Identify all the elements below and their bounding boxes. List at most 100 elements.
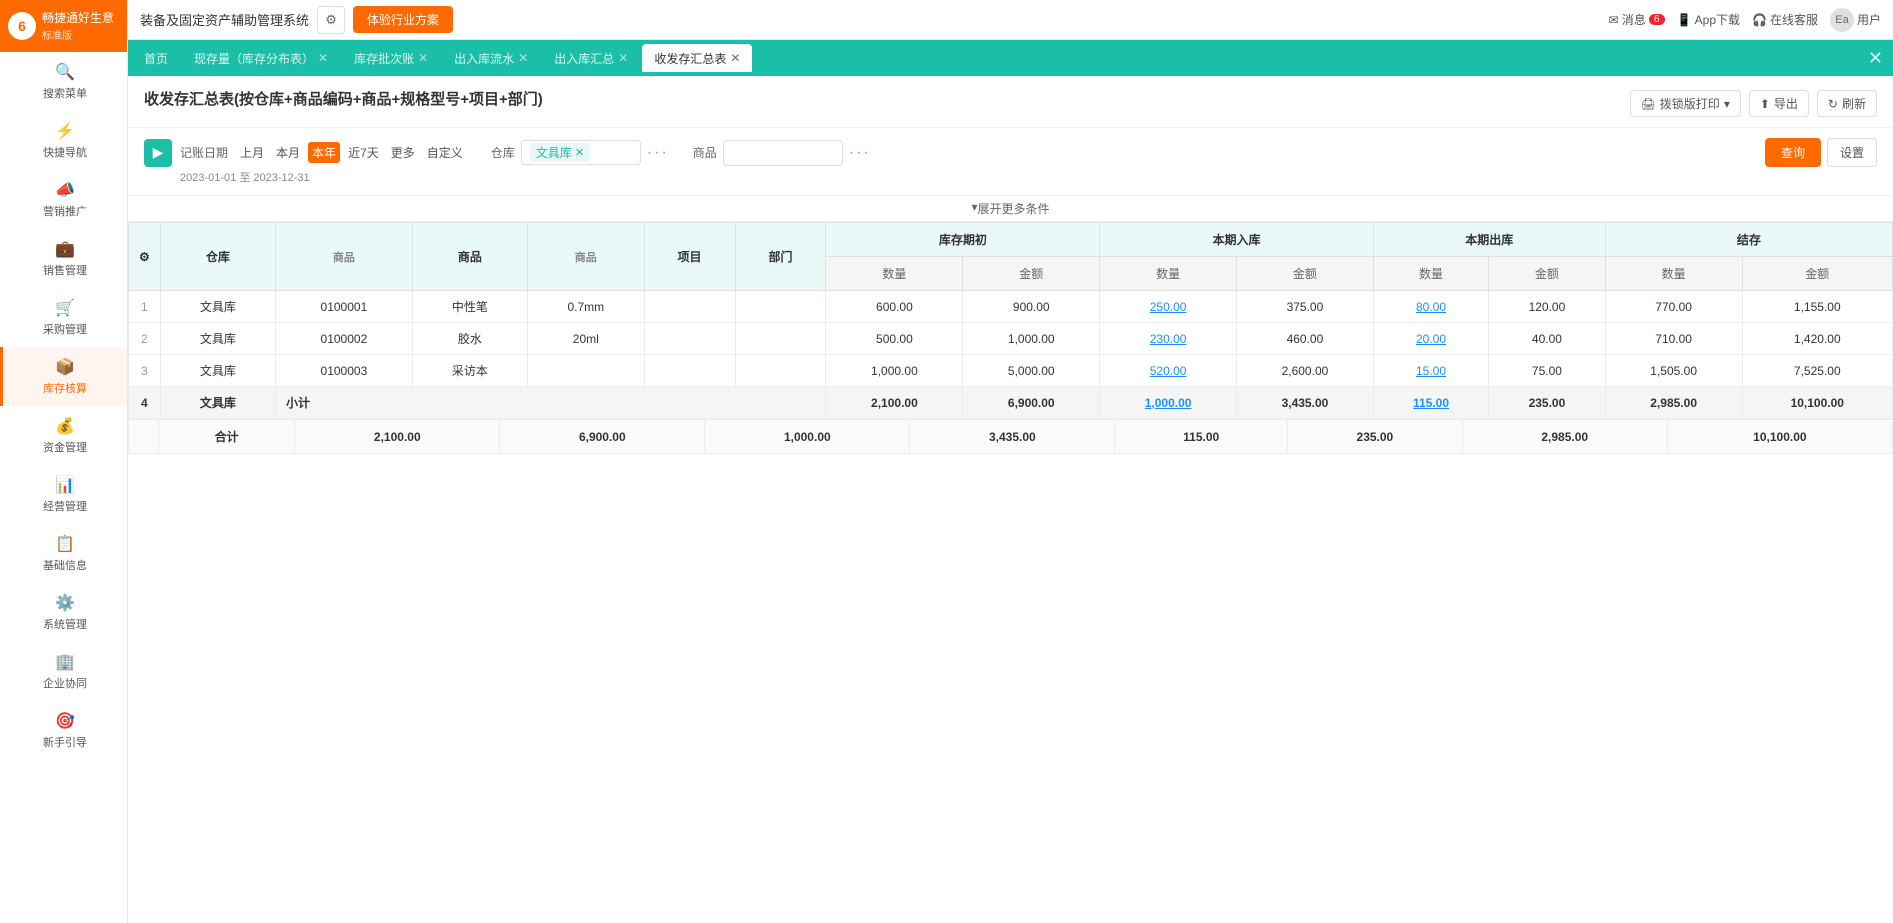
in-qty-link[interactable]: 520.00 <box>1150 364 1187 378</box>
date-btn-更多[interactable]: 更多 <box>387 142 419 163</box>
col-warehouse: 仓库 <box>160 223 275 291</box>
date-btn-本年[interactable]: 本年 <box>308 142 340 163</box>
query-btn[interactable]: 查询 <box>1765 138 1821 167</box>
finance-icon: 💰 <box>55 416 75 436</box>
total-open-amt: 6,900.00 <box>500 420 705 454</box>
tabs-close-all[interactable]: ✕ <box>1862 48 1889 69</box>
date-label: 记账日期 <box>180 144 228 161</box>
cell-open-amt: 5,000.00 <box>963 355 1100 387</box>
page-title: 收发存汇总表(按仓库+商品编码+商品+规格型号+项目+部门) <box>144 88 543 109</box>
subtotal-out-qty-link[interactable]: 115.00 <box>1413 396 1449 410</box>
tab-batch[interactable]: 库存批次账✕ <box>342 44 440 72</box>
out-qty-link[interactable]: 20.00 <box>1416 332 1446 346</box>
enterprise-icon: 🏢 <box>55 652 75 672</box>
warehouse-tag-close[interactable]: ✕ <box>575 146 584 159</box>
tab-bar: 首页现存量（库存分布表）✕库存批次账✕出入库流水✕出入库汇总✕收发存汇总表✕✕ <box>128 40 1893 76</box>
tab-close-summary[interactable]: ✕ <box>618 51 628 65</box>
sidebar-item-marketing[interactable]: 📣营销推广 <box>0 170 127 229</box>
date-btn-近7天[interactable]: 近7天 <box>344 142 383 163</box>
tab-receive[interactable]: 收发存汇总表✕ <box>642 44 752 72</box>
message-badge: 6 <box>1649 14 1665 25</box>
sidebar-item-system[interactable]: ⚙️系统管理 <box>0 583 127 642</box>
sidebar-item-enterprise[interactable]: 🏢企业协同 <box>0 642 127 701</box>
cell-in-qty[interactable]: 230.00 <box>1100 323 1237 355</box>
warehouse-dots[interactable]: ··· <box>647 144 669 162</box>
table-row: 1 文具库 0100001 中性笔 0.7mm 600.00 900.00 25… <box>129 291 1893 323</box>
in-qty-link[interactable]: 230.00 <box>1150 332 1187 346</box>
sidebar-label-operation: 经营管理 <box>43 498 87 514</box>
sidebar-item-search[interactable]: 🔍搜索菜单 <box>0 52 127 111</box>
tab-summary[interactable]: 出入库汇总✕ <box>542 44 640 72</box>
warehouse-filter[interactable]: 文具库 ✕ <box>521 140 641 165</box>
tab-close-receive[interactable]: ✕ <box>730 51 740 65</box>
sidebar-item-quicknav[interactable]: ⚡快捷导航 <box>0 111 127 170</box>
sidebar-label-marketing: 营销推广 <box>43 203 87 219</box>
sidebar-item-inventory[interactable]: 📦库存核算 <box>0 347 127 406</box>
chevron-down-icon: ▾ <box>1724 97 1730 111</box>
message-item[interactable]: ✉ 消息 6 <box>1609 11 1665 28</box>
product-dots[interactable]: ··· <box>849 144 871 162</box>
cell-code: 0100001 <box>275 291 412 323</box>
cell-bal-amt: 1,420.00 <box>1742 323 1892 355</box>
sub-in-amt: 金额 <box>1237 257 1374 291</box>
in-qty-link[interactable]: 250.00 <box>1150 300 1187 314</box>
app-logo: 6 畅捷通好生意 标准版 <box>0 0 127 52</box>
subtotal-name: 小计 <box>275 387 826 419</box>
cell-open-qty: 500.00 <box>826 323 963 355</box>
cell-bal-qty: 1,505.00 <box>1605 355 1742 387</box>
print-btn[interactable]: 🖨 拨锁版打印 ▾ <box>1630 90 1741 117</box>
experience-btn[interactable]: 体验行业方案 <box>353 6 453 33</box>
cell-open-qty: 1,000.00 <box>826 355 963 387</box>
tab-home[interactable]: 首页 <box>132 44 180 72</box>
sidebar-item-operation[interactable]: 📊经营管理 <box>0 465 127 524</box>
tab-close-batch[interactable]: ✕ <box>418 51 428 65</box>
col-code: 商品 <box>275 223 412 291</box>
sidebar-label-newbie: 新手引导 <box>43 734 87 750</box>
online-service-item[interactable]: 🎧 在线客服 <box>1752 11 1818 28</box>
tab-close-stock[interactable]: ✕ <box>318 51 328 65</box>
date-options: 上月本月本年近7天更多自定义 <box>236 142 467 163</box>
subtotal-open-qty: 2,100.00 <box>826 387 963 419</box>
export-btn[interactable]: ⬆ 导出 <box>1749 90 1809 117</box>
sidebar-item-finance[interactable]: 💰资金管理 <box>0 406 127 465</box>
subtotal-num: 4 <box>129 387 161 419</box>
date-btn-自定义[interactable]: 自定义 <box>423 142 467 163</box>
tab-stock[interactable]: 现存量（库存分布表）✕ <box>182 44 340 72</box>
gear-icon[interactable]: ⚙ <box>317 6 345 34</box>
refresh-btn[interactable]: ↻ 刷新 <box>1817 90 1877 117</box>
out-qty-link[interactable]: 15.00 <box>1416 364 1446 378</box>
sidebar: 6 畅捷通好生意 标准版 🔍搜索菜单⚡快捷导航📣营销推广💼销售管理🛒采购管理📦库… <box>0 0 128 923</box>
cell-out-qty[interactable]: 15.00 <box>1373 355 1488 387</box>
cell-out-qty[interactable]: 20.00 <box>1373 323 1488 355</box>
filter-expand-btn[interactable]: ▶ <box>144 139 172 167</box>
tab-label-home: 首页 <box>144 50 168 67</box>
tab-close-inout[interactable]: ✕ <box>518 51 528 65</box>
sidebar-item-basic[interactable]: 📋基础信息 <box>0 524 127 583</box>
tab-inout[interactable]: 出入库流水 ✕ <box>442 44 540 72</box>
subtotal-in-qty-link[interactable]: 1,000.00 <box>1145 396 1192 410</box>
sidebar-label-purchase: 采购管理 <box>43 321 87 337</box>
tab-label-inout: 出入库流水 <box>454 50 514 67</box>
warehouse-label: 仓库 <box>491 144 515 161</box>
date-btn-本月[interactable]: 本月 <box>272 142 304 163</box>
subtotal-bal-qty: 2,985.00 <box>1605 387 1742 419</box>
cell-in-qty[interactable]: 250.00 <box>1100 291 1237 323</box>
date-btn-上月[interactable]: 上月 <box>236 142 268 163</box>
cell-in-qty[interactable]: 520.00 <box>1100 355 1237 387</box>
app-download-item[interactable]: 📱 App下载 <box>1677 11 1740 28</box>
sidebar-item-sales[interactable]: 💼销售管理 <box>0 229 127 288</box>
cell-out-qty[interactable]: 80.00 <box>1373 291 1488 323</box>
data-table: ⚙ 仓库 商品 商品 商品 项目 部门 库存期初 本期入库 本期出库 结存 数量 <box>128 222 1893 419</box>
table-row: 2 文具库 0100002 胶水 20ml 500.00 1,000.00 23… <box>129 323 1893 355</box>
expand-more-btn[interactable]: ▾ 展开更多条件 <box>128 196 1893 222</box>
refresh-icon: ↻ <box>1828 97 1838 111</box>
table-settings-col[interactable]: ⚙ <box>129 223 161 291</box>
filter-settings-btn[interactable]: 设置 <box>1827 138 1877 167</box>
product-filter[interactable] <box>723 140 843 166</box>
table-row: 3 文具库 0100003 采访本 1,000.00 5,000.00 520.… <box>129 355 1893 387</box>
user-item[interactable]: Ea 用户 <box>1830 8 1881 32</box>
out-qty-link[interactable]: 80.00 <box>1416 300 1446 314</box>
sidebar-item-purchase[interactable]: 🛒采购管理 <box>0 288 127 347</box>
sidebar-item-newbie[interactable]: 🎯新手引导 <box>0 701 127 760</box>
cell-open-amt: 1,000.00 <box>963 323 1100 355</box>
